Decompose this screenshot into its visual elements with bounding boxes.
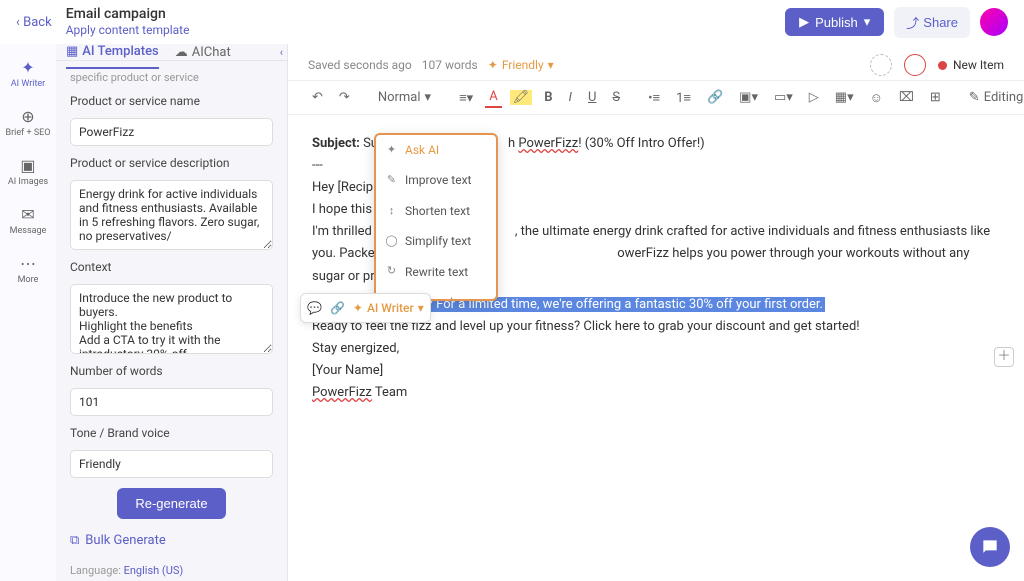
refresh-icon: ↻: [385, 262, 398, 281]
video-button[interactable]: ▷: [805, 88, 823, 107]
product-name-input[interactable]: [70, 118, 273, 146]
product-desc-input[interactable]: Energy drink for active individuals and …: [70, 180, 273, 250]
language-link[interactable]: English (US): [124, 564, 184, 577]
bullet-list-button[interactable]: •≡: [644, 88, 664, 108]
publish-button[interactable]: ▶ Publish ▾: [785, 8, 884, 36]
product-desc-label: Product or service description: [70, 156, 273, 170]
ai-menu-improve[interactable]: ✎Improve text: [376, 165, 496, 195]
floating-comment-icon[interactable]: 💬: [307, 298, 322, 318]
number-list-button[interactable]: 1≡: [672, 88, 695, 108]
red-dot-icon: [938, 61, 947, 70]
bolt-icon: ✦: [21, 58, 34, 77]
strike-button[interactable]: S: [608, 88, 624, 107]
editor-toolbar: ↶ ↷ Normal ▾ ≡▾ A 🖍 B I U S •≡ 1≡ 🔗 ▣▾ ▭…: [288, 80, 1024, 115]
sparkle-icon: ✦: [385, 141, 398, 160]
saved-status: Saved seconds ago: [308, 58, 412, 72]
tone-select[interactable]: Friendly: [70, 450, 273, 478]
context-label: Context: [70, 260, 273, 274]
ai-menu-ask[interactable]: ✦Ask AI: [376, 135, 496, 165]
circle-icon: ◯: [385, 232, 398, 251]
avatar[interactable]: [980, 8, 1008, 36]
comment-button[interactable]: ⊞: [926, 88, 945, 107]
paragraph-style-select[interactable]: Normal ▾: [374, 88, 435, 107]
new-item-button[interactable]: New Item: [938, 58, 1004, 72]
floating-link-icon[interactable]: 🔗: [330, 298, 345, 318]
floating-toolbar: 💬 🔗 ✦ AI Writer ▾: [300, 293, 431, 323]
more-icon: ⋯: [20, 254, 36, 273]
helper-text: specific product or service: [70, 71, 273, 84]
share-button[interactable]: ⤴ Share: [894, 7, 970, 38]
page-title: Email campaign: [66, 6, 190, 23]
add-block-button[interactable]: ＋: [994, 347, 1014, 367]
bold-button[interactable]: B: [540, 88, 556, 107]
compress-icon: ↕: [385, 202, 398, 221]
redo-button[interactable]: ↷: [335, 88, 354, 107]
rail-ai-images[interactable]: ▣AI Images: [6, 150, 50, 193]
rail-message[interactable]: ✉Message: [8, 199, 49, 242]
subject-label: Subject:: [312, 136, 360, 151]
regenerate-button[interactable]: Re-generate: [117, 488, 225, 519]
intercom-launcher[interactable]: [970, 527, 1010, 567]
embed-button[interactable]: ▭▾: [770, 88, 797, 107]
rail-brief-seo[interactable]: ⊕Brief + SEO: [4, 101, 53, 144]
apply-template-link[interactable]: Apply content template: [66, 23, 190, 37]
editor-content[interactable]: Subject: Suh PowerFizz! (30% Off Intro O…: [288, 115, 1024, 581]
ai-menu-simplify[interactable]: ◯Simplify text: [376, 226, 496, 256]
solid-circle-icon[interactable]: [904, 54, 926, 76]
brand-name: PowerFizz: [518, 136, 578, 151]
tab-ai-chat[interactable]: ☁ AIChat: [175, 45, 231, 60]
highlight-button[interactable]: 🖍: [510, 90, 533, 105]
ai-menu-shorten[interactable]: ↕Shorten text: [376, 196, 496, 226]
main-area: Saved seconds ago 107 words ✦ Friendly ▾…: [288, 44, 1024, 581]
target-icon: ⊕: [21, 107, 34, 126]
sidebar: ▦ AI Templates ☁ AIChat ‹ specific produ…: [56, 44, 288, 581]
link-button[interactable]: 🔗: [703, 88, 727, 107]
table-button[interactable]: ▦▾: [831, 88, 858, 107]
context-input[interactable]: Introduce the new product to buyers. Hig…: [70, 284, 273, 354]
language-text: Language: English (US): [70, 564, 273, 577]
collapse-sidebar-button[interactable]: ‹: [280, 46, 283, 59]
undo-button[interactable]: ↶: [308, 88, 327, 107]
image-button[interactable]: ▣▾: [735, 88, 762, 107]
tab-ai-templates[interactable]: ▦ AI Templates: [66, 44, 159, 69]
back-button[interactable]: ‹ Back: [16, 15, 52, 30]
emoji-button[interactable]: ☺: [866, 88, 887, 108]
topbar: ‹ Back Email campaign Apply content temp…: [0, 0, 1024, 44]
underline-button[interactable]: U: [584, 88, 600, 107]
ai-menu-rewrite[interactable]: ↻Rewrite text: [376, 257, 496, 287]
bulk-generate-link[interactable]: ⧉ Bulk Generate: [70, 533, 273, 548]
message-icon: ✉: [21, 205, 34, 224]
product-name-label: Product or service name: [70, 94, 273, 108]
mode-select[interactable]: ✎ Editing ▾: [965, 88, 1024, 107]
text-color-button[interactable]: A: [485, 87, 501, 108]
words-input[interactable]: [70, 388, 273, 416]
ai-writer-menu: ✦Ask AI ✎Improve text ↕Shorten text ◯Sim…: [374, 133, 498, 301]
word-count: 107 words: [422, 58, 478, 72]
rail-more[interactable]: ⋯More: [16, 248, 41, 291]
tone-chip[interactable]: ✦ Friendly ▾: [488, 58, 554, 72]
chevron-down-icon: ▾: [864, 14, 871, 30]
clear-format-button[interactable]: ⌧: [895, 88, 918, 107]
left-rail: ✦AI Writer ⊕Brief + SEO ▣AI Images ✉Mess…: [0, 44, 56, 581]
pencil-icon: ✎: [385, 171, 398, 190]
tone-label: Tone / Brand voice: [70, 426, 273, 440]
dashed-circle-icon[interactable]: [870, 54, 892, 76]
floating-ai-writer-button[interactable]: ✦ AI Writer ▾: [353, 298, 424, 318]
image-icon: ▣: [20, 156, 35, 175]
words-label: Number of words: [70, 364, 273, 378]
italic-button[interactable]: I: [565, 88, 576, 107]
rail-ai-writer[interactable]: ✦AI Writer: [9, 52, 47, 95]
align-button[interactable]: ≡▾: [455, 88, 477, 108]
